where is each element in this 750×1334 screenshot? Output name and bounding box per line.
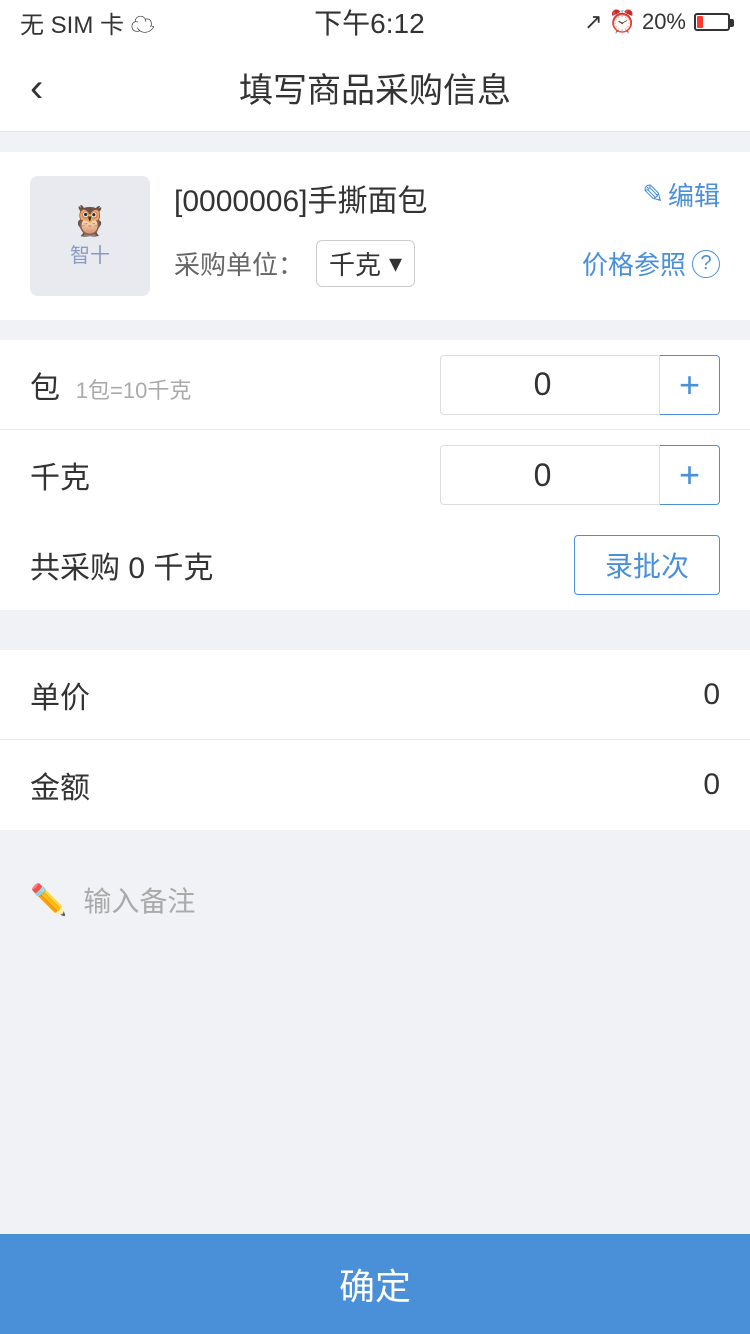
summary-row: 共采购 0 千克 录批次 [0, 520, 750, 610]
page-title: 填写商品采购信息 [239, 63, 511, 112]
amount-label: 金额 [30, 763, 90, 807]
location-icon: ↗ [584, 9, 602, 35]
kg-input-row: 千克 + [0, 430, 750, 520]
unit-selector-wrap: 采购单位： 千克 ▾ [174, 240, 415, 287]
nav-bar: ‹ 填写商品采购信息 [0, 44, 750, 132]
content-spacer [0, 950, 750, 1250]
product-name: [0000006]手撕面包 [174, 176, 427, 220]
unit-label: 采购单位： [174, 245, 304, 282]
edit-button[interactable]: ✎ 编辑 [642, 176, 720, 213]
status-right: ↗ ⏰ 20% [584, 9, 730, 35]
price-section: 单价 0 金额 0 [0, 650, 750, 830]
status-bar: 无 SIM 卡 ☁ 下午6:12 ↗ ⏰ 20% [0, 0, 750, 44]
bag-plus-button[interactable]: + [660, 355, 720, 415]
bag-label: 包 [30, 372, 60, 405]
battery-icon [694, 13, 730, 31]
unit-select-button[interactable]: 千克 ▾ [316, 240, 415, 287]
unit-price-row: 单价 0 [0, 650, 750, 740]
chevron-down-icon: ▾ [389, 248, 402, 279]
summary-text: 共采购 0 千克 [30, 543, 213, 587]
section-divider-1 [0, 320, 750, 340]
bag-input-control: + [191, 355, 720, 415]
product-thumbnail: 🦉 智十 [30, 176, 150, 296]
input-section: 包 1包=10千克 + 千克 + [0, 340, 750, 520]
alarm-icon: ⏰ [609, 9, 636, 35]
product-logo-icon: 🦉 [71, 204, 108, 239]
unit-row: 采购单位： 千克 ▾ 价格参照 ? [174, 240, 720, 287]
section-divider-2 [0, 610, 750, 630]
back-button[interactable]: ‹ [30, 68, 43, 108]
bag-sub-label: 1包=10千克 [76, 378, 192, 403]
edit-icon: ✎ [642, 179, 664, 210]
status-time: 下午6:12 [314, 2, 425, 42]
amount-value: 0 [703, 768, 720, 802]
product-info: [0000006]手撕面包 ✎ 编辑 采购单位： 千克 ▾ 价格参照 ? [174, 176, 720, 287]
confirm-button[interactable]: 确定 [0, 1234, 750, 1334]
battery-percent: 20% [642, 9, 686, 35]
unit-price-label: 单价 [30, 673, 90, 717]
kg-quantity-input[interactable] [440, 445, 660, 505]
note-placeholder: 输入备注 [83, 880, 195, 920]
unit-price-value: 0 [703, 678, 720, 712]
kg-label-wrap: 千克 [30, 453, 190, 497]
price-reference-button[interactable]: 价格参照 ? [582, 245, 720, 282]
kg-input-control: + [190, 445, 720, 505]
bag-label-wrap: 包 1包=10千克 [30, 363, 191, 407]
bag-input-row: 包 1包=10千克 + [0, 340, 750, 430]
product-card: 🦉 智十 [0000006]手撕面包 ✎ 编辑 采购单位： 千克 ▾ 价格参照 [0, 152, 750, 320]
kg-label: 千克 [30, 462, 90, 495]
amount-row: 金额 0 [0, 740, 750, 830]
sim-label: 无 SIM 卡 ☁ [20, 5, 155, 40]
note-section[interactable]: ✏️ 输入备注 [0, 850, 750, 950]
help-icon: ? [692, 250, 720, 278]
product-thumb-text: 智十 [70, 239, 110, 268]
batch-button[interactable]: 录批次 [574, 535, 720, 595]
status-left: 无 SIM 卡 ☁ [20, 5, 155, 40]
pencil-icon: ✏️ [30, 883, 67, 918]
bag-quantity-input[interactable] [440, 355, 660, 415]
kg-plus-button[interactable]: + [660, 445, 720, 505]
product-name-row: [0000006]手撕面包 ✎ 编辑 [174, 176, 720, 220]
